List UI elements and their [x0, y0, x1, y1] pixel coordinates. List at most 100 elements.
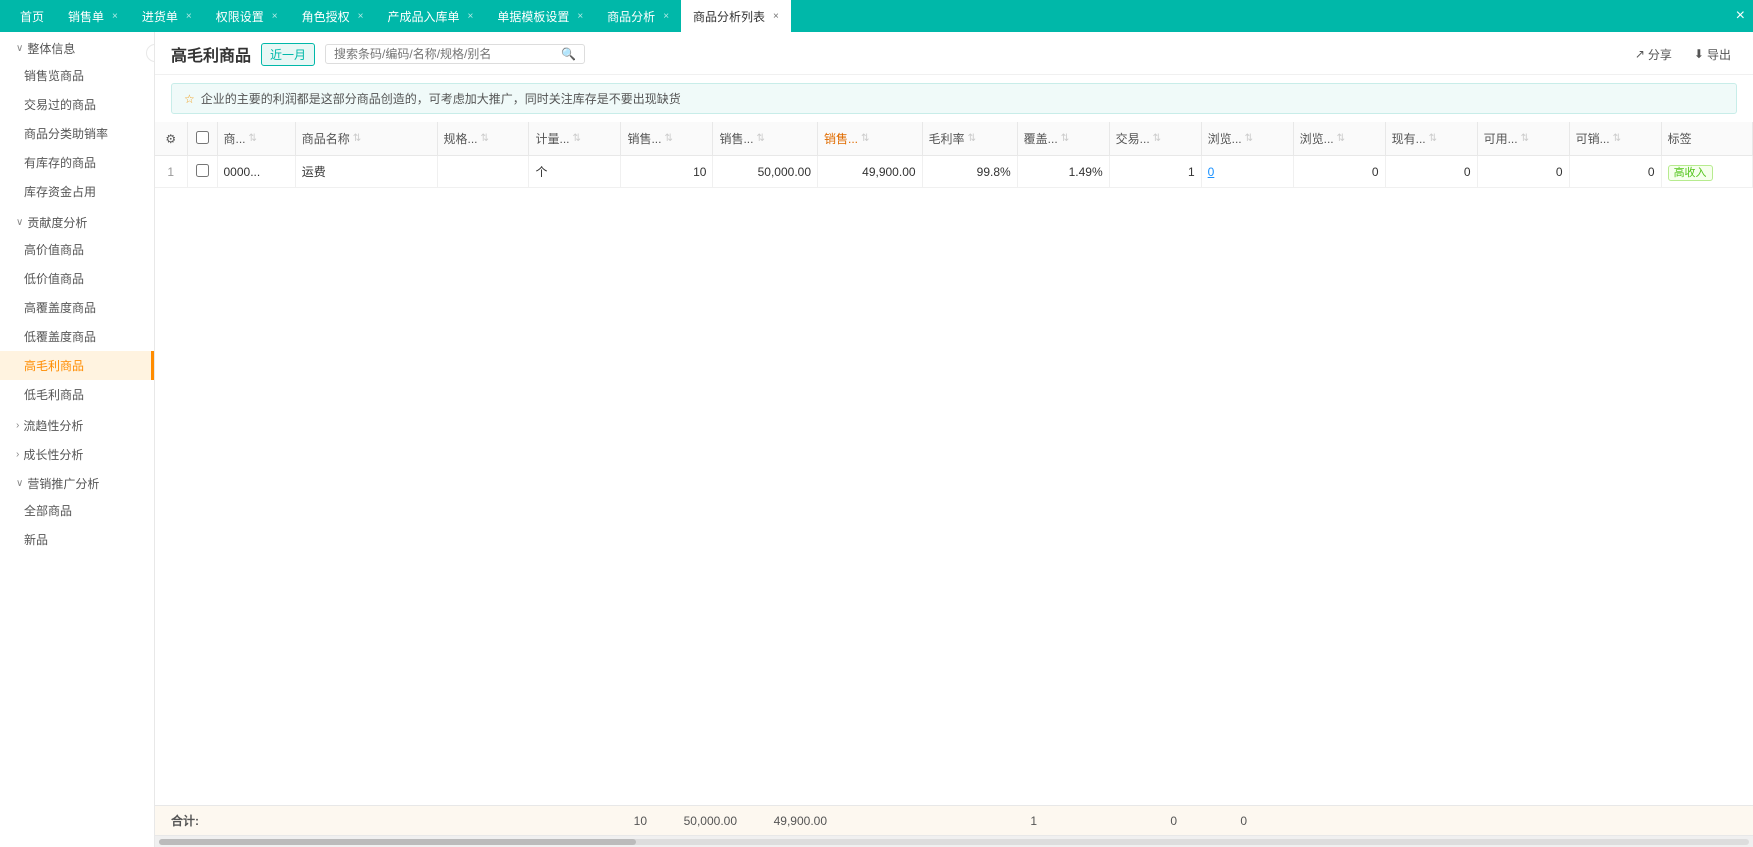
col-current-stock: 现有... ⇅ [1385, 122, 1477, 156]
cell-trade: 1 [1109, 156, 1201, 188]
sort-saleable-icon[interactable]: ⇅ [1613, 133, 1621, 144]
nav-analysis-close[interactable]: × [663, 11, 669, 22]
time-filter-button[interactable]: 近一月 [261, 43, 315, 66]
sidebar-item-in-stock[interactable]: 有库存的商品 [0, 148, 154, 177]
scrollbar-track [159, 839, 1749, 845]
search-icon[interactable]: 🔍 [561, 47, 576, 61]
export-icon: ⬇ [1694, 47, 1704, 61]
sidebar-group-growth[interactable]: › 成长性分析 [0, 438, 154, 467]
nav-analysis-list-close[interactable]: × [773, 11, 779, 22]
sort-current-stock-icon[interactable]: ⇅ [1429, 133, 1437, 144]
sort-unit-icon[interactable]: ⇅ [573, 133, 581, 144]
cell-spec [437, 156, 529, 188]
nav-sales[interactable]: 销售单 × [56, 0, 130, 32]
sort-spec-icon[interactable]: ⇅ [481, 133, 489, 144]
cell-checkbox[interactable] [187, 156, 217, 188]
page-title: 高毛利商品 [171, 42, 251, 66]
sidebar-item-high-coverage[interactable]: 高覆盖度商品 [0, 293, 154, 322]
nav-home[interactable]: 首页 [8, 0, 56, 32]
footer-sales-cost: 49,900.00 [743, 814, 833, 828]
sidebar-item-high-value[interactable]: 高价值商品 [0, 235, 154, 264]
search-input[interactable] [334, 47, 561, 61]
cell-saleable: 0 [1569, 156, 1661, 188]
col-sales-qty: 销售... ⇅ [621, 122, 713, 156]
sidebar-item-traded[interactable]: 交易过的商品 [0, 90, 154, 119]
sidebar-group-contribution[interactable]: ∨ 贡献度分析 [0, 206, 154, 235]
col-settings[interactable]: ⚙ [155, 122, 187, 156]
col-checkbox [187, 122, 217, 156]
share-button[interactable]: ↗ 分享 [1629, 43, 1678, 66]
cell-code: 0000... [217, 156, 295, 188]
nav-permissions[interactable]: 权限设置 × [204, 0, 290, 32]
nav-analysis-list[interactable]: 商品分析列表 × [681, 0, 791, 32]
sort-sales-qty-icon[interactable]: ⇅ [664, 133, 672, 144]
sidebar-item-low-value[interactable]: 低价值商品 [0, 264, 154, 293]
nav-production-label: 产成品入库单 [387, 8, 459, 25]
footer-sales-qty: 10 [573, 814, 653, 828]
col-sales-cost: 销售... ⇅ [818, 122, 923, 156]
nav-sales-label: 销售单 [68, 8, 104, 25]
nav-role-close[interactable]: × [358, 11, 364, 22]
nav-sales-close[interactable]: × [112, 11, 118, 22]
sidebar-item-stock-capital[interactable]: 库存资金占用 [0, 177, 154, 206]
sidebar-item-high-margin[interactable]: 高毛利商品 [0, 351, 154, 380]
nav-purchase-close[interactable]: × [186, 11, 192, 22]
sort-trade-icon[interactable]: ⇅ [1153, 133, 1161, 144]
nav-template-label: 单据模板设置 [497, 8, 569, 25]
scrollbar-thumb[interactable] [159, 839, 636, 845]
sidebar-item-sales-overview[interactable]: 销售览商品 [0, 61, 154, 90]
export-button[interactable]: ⬇ 导出 [1688, 43, 1737, 66]
sidebar-group-growth-arrow: › [16, 449, 19, 460]
nav-analysis[interactable]: 商品分析 × [595, 0, 681, 32]
cell-browse1[interactable]: 0 [1201, 156, 1293, 188]
export-label: 导出 [1707, 46, 1731, 63]
horizontal-scrollbar[interactable] [155, 835, 1753, 847]
sidebar-item-new-products[interactable]: 新品 [0, 525, 154, 554]
sidebar-group-trend[interactable]: › 流趋性分析 [0, 409, 154, 438]
nav-template[interactable]: 单据模板设置 × [485, 0, 595, 32]
col-unit: 计量... ⇅ [529, 122, 621, 156]
cell-browse2: 0 [1293, 156, 1385, 188]
sort-gross-rate-icon[interactable]: ⇅ [968, 133, 976, 144]
settings-icon[interactable]: ⚙ [165, 132, 176, 146]
sort-sales-cost-icon[interactable]: ⇅ [861, 133, 869, 144]
col-available: 可用... ⇅ [1477, 122, 1569, 156]
sort-browse2-icon[interactable]: ⇅ [1337, 133, 1345, 144]
nav-production[interactable]: 产成品入库单 × [375, 0, 485, 32]
col-trade: 交易... ⇅ [1109, 122, 1201, 156]
cell-gross-rate: 99.8% [922, 156, 1017, 188]
sidebar-item-low-coverage[interactable]: 低覆盖度商品 [0, 322, 154, 351]
close-all-tabs[interactable]: × [1736, 7, 1745, 25]
nav-template-close[interactable]: × [577, 11, 583, 22]
nav-production-close[interactable]: × [467, 11, 473, 22]
table-container[interactable]: ⚙ 商... ⇅ 商品名称 [155, 122, 1753, 805]
nav-purchase[interactable]: 进货单 × [130, 0, 204, 32]
sidebar-item-all-products[interactable]: 全部商品 [0, 496, 154, 525]
cell-unit: 个 [529, 156, 621, 188]
sort-coverage-icon[interactable]: ⇅ [1061, 133, 1069, 144]
cell-tag: 高收入 [1661, 156, 1752, 188]
sidebar-group-overall[interactable]: ∨ 整体信息 [0, 32, 154, 61]
sidebar-item-category-rate[interactable]: 商品分类助销率 [0, 119, 154, 148]
sidebar-group-trend-arrow: › [16, 420, 19, 431]
sort-code-icon[interactable]: ⇅ [249, 133, 257, 144]
table-row: 1 0000... 运费 个 10 50,000.00 49,900.00 99… [155, 156, 1753, 188]
sort-browse1-icon[interactable]: ⇅ [1245, 133, 1253, 144]
cell-available: 0 [1477, 156, 1569, 188]
sort-name-icon[interactable]: ⇅ [353, 133, 361, 144]
sort-available-icon[interactable]: ⇅ [1521, 133, 1529, 144]
share-label: 分享 [1648, 46, 1672, 63]
nav-purchase-label: 进货单 [142, 8, 178, 25]
cell-sales-amount: 50,000.00 [713, 156, 818, 188]
col-saleable: 可销... ⇅ [1569, 122, 1661, 156]
sidebar-item-low-margin[interactable]: 低毛利商品 [0, 380, 154, 409]
nav-role[interactable]: 角色授权 × [290, 0, 376, 32]
sidebar: 《 ∨ 整体信息 销售览商品 交易过的商品 商品分类助销率 有库存的商品 库存资… [0, 32, 155, 847]
row-checkbox[interactable] [196, 164, 209, 177]
nav-permissions-close[interactable]: × [272, 11, 278, 22]
sort-sales-amount-icon[interactable]: ⇅ [756, 133, 764, 144]
footer-browse2: 0 [1113, 814, 1183, 828]
sidebar-group-marketing[interactable]: ∨ 营销推广分析 [0, 467, 154, 496]
footer-trade: 1 [973, 814, 1043, 828]
select-all-checkbox[interactable] [196, 131, 209, 144]
